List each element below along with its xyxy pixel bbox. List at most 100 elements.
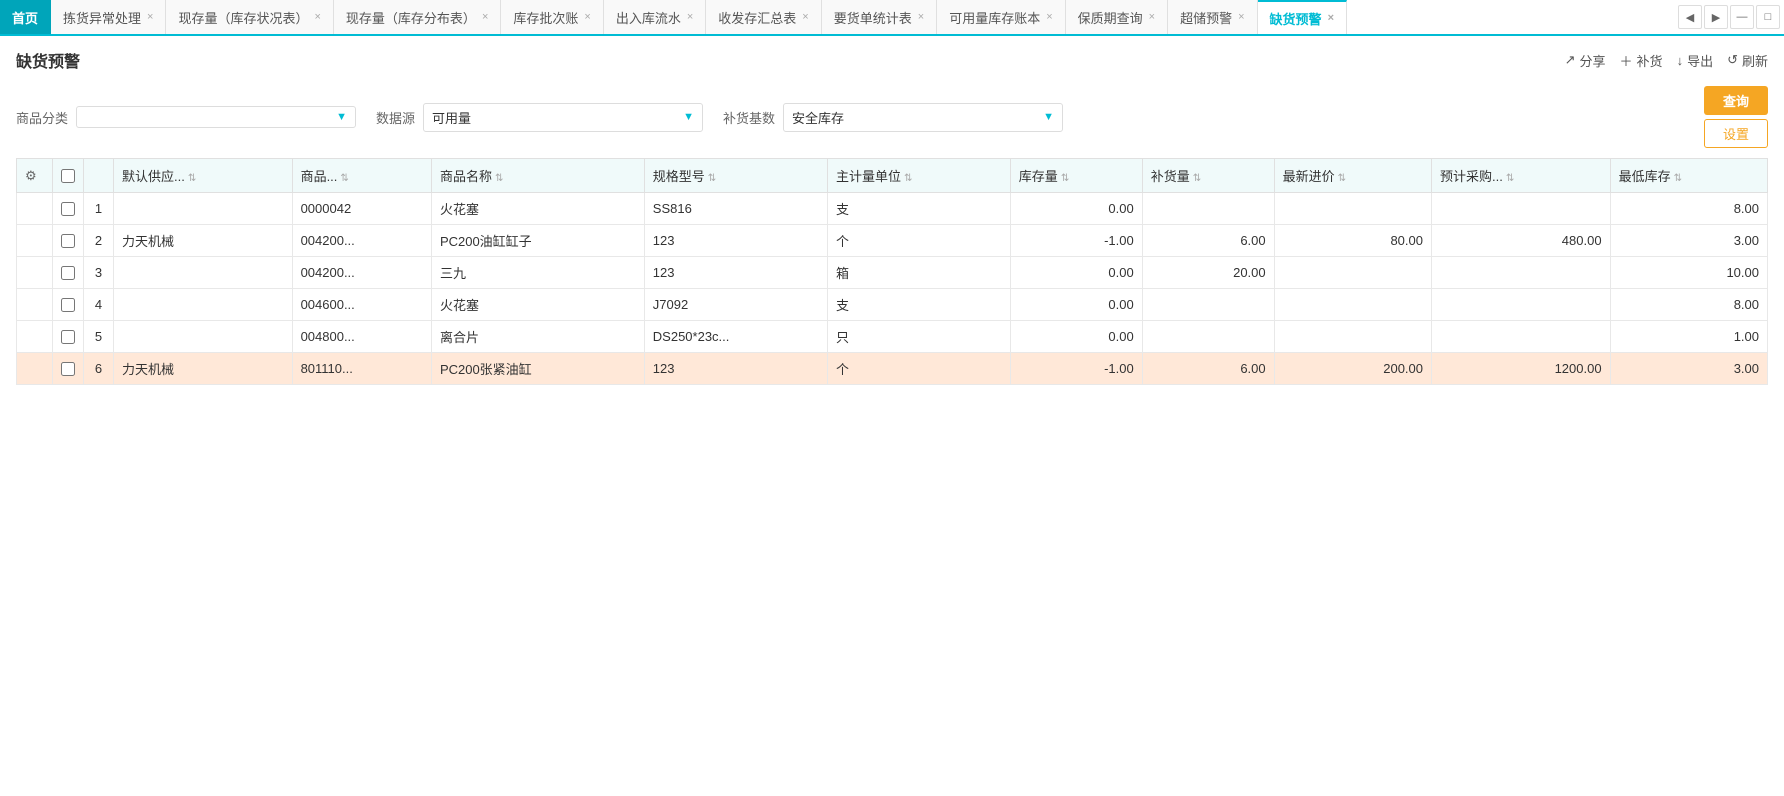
share-button[interactable]: ↗ 分享 [1565,51,1606,70]
replenish-button[interactable]: ＋ 补货 [1620,51,1663,70]
cell-latest_price-row1: 80.00 [1274,225,1431,257]
tab-close-inventory-status[interactable]: × [314,11,320,23]
tab-close-recv-send-summary[interactable]: × [802,11,808,23]
sort-icon-min_stock: ⇅ [1674,173,1682,184]
col-header-min_stock[interactable]: 最低库存⇅ [1610,159,1767,193]
row-checkbox-1[interactable] [61,234,75,248]
cell-est_purchase-row0 [1432,193,1611,225]
sort-icon-unit: ⇅ [904,173,912,184]
cell-product_code-row3: 004600... [292,289,431,321]
cell-default_supplier-row1: 力天机械 [114,225,293,257]
refresh-button[interactable]: ↺ 刷新 [1727,51,1768,70]
tab-label-overstock-warning: 超储预警 [1180,8,1232,27]
cell-gear-row2 [17,257,53,289]
cell-est_purchase-row2 [1432,257,1611,289]
tab-close-pick-exception[interactable]: × [147,11,153,23]
cell-est_purchase-row3 [1432,289,1611,321]
tab-home[interactable]: 首页 [0,0,51,34]
tab-overstock-warning[interactable]: 超储预警 × [1168,0,1257,34]
tab-label-requisition-stats: 要货单统计表 [834,8,912,27]
tab-minimize[interactable]: — [1730,5,1754,29]
settings-button[interactable]: 设置 [1704,119,1768,148]
datasource-filter-group: 数据源 可用量 ▼ [376,103,703,132]
tab-close-available-ledger[interactable]: × [1046,11,1052,23]
gear-icon[interactable]: ⚙ [25,168,37,183]
tab-close-inout-flow[interactable]: × [687,11,693,23]
select-all-checkbox[interactable] [61,169,75,183]
col-header-product_code[interactable]: 商品...⇅ [292,159,431,193]
col-header-product_name[interactable]: 商品名称⇅ [431,159,644,193]
cell-gear-row5 [17,353,53,385]
tab-close-requisition-stats[interactable]: × [918,11,924,23]
cell-replenish_qty-row0 [1142,193,1274,225]
tab-label-shelf-life: 保质期查询 [1078,8,1143,27]
tab-requisition-stats[interactable]: 要货单统计表 × [822,0,937,34]
tab-close-batch-account[interactable]: × [584,11,590,23]
datasource-arrow-icon: ▼ [683,111,694,123]
tab-label-inout-flow: 出入库流水 [616,8,681,27]
cell-latest_price-row0 [1274,193,1431,225]
refresh-icon: ↺ [1727,52,1738,68]
tab-maximize[interactable]: □ [1756,5,1780,29]
category-select[interactable]: ▼ [76,106,356,128]
tab-close-shortage-warning[interactable]: × [1328,12,1334,24]
cell-unit-row4: 只 [827,321,1010,353]
tab-shortage-warning[interactable]: 缺货预警× [1258,0,1347,34]
col-header-default_supplier[interactable]: 默认供应...⇅ [114,159,293,193]
sort-icon-product_code: ⇅ [340,173,348,184]
sort-icon-replenish_qty: ⇅ [1193,173,1201,184]
col-header-unit[interactable]: 主计量单位⇅ [827,159,1010,193]
tab-label-pick-exception: 拣货异常处理 [63,8,141,27]
tab-pick-exception[interactable]: 拣货异常处理 × [51,0,166,34]
col-header-est_purchase[interactable]: 预计采购...⇅ [1432,159,1611,193]
tab-inventory-dist[interactable]: 现存量（库存分布表）× [334,0,501,34]
sort-icon-default_supplier: ⇅ [188,173,196,184]
col-header-replenish_qty[interactable]: 补货量⇅ [1142,159,1274,193]
row-checkbox-4[interactable] [61,330,75,344]
cell-gear-row0 [17,193,53,225]
cell-product_name-row5: PC200张紧油缸 [431,353,644,385]
cell-check-row2 [53,257,84,289]
cell-product_code-row1: 004200... [292,225,431,257]
tab-batch-account[interactable]: 库存批次账× [501,0,603,34]
tab-label-available-ledger: 可用量库存账本 [949,8,1040,27]
cell-spec-row3: J7092 [644,289,827,321]
tab-scroll-left[interactable]: ◀ [1678,5,1702,29]
cell-unit-row2: 箱 [827,257,1010,289]
cell-product_code-row5: 801110... [292,353,431,385]
col-header-latest_price[interactable]: 最新进价⇅ [1274,159,1431,193]
col-header-spec[interactable]: 规格型号⇅ [644,159,827,193]
table-row: 4004600...火花塞J7092支0.008.00 [17,289,1768,321]
tab-available-ledger[interactable]: 可用量库存账本 × [937,0,1065,34]
replenish-base-select[interactable]: 安全库存 ▼ [783,103,1063,132]
col-header-stock[interactable]: 库存量⇅ [1010,159,1142,193]
row-checkbox-0[interactable] [61,202,75,216]
tab-close-overstock-warning[interactable]: × [1238,11,1244,23]
row-checkbox-3[interactable] [61,298,75,312]
cell-unit-row5: 个 [827,353,1010,385]
header-actions: ↗ 分享 ＋ 补货 ↓ 导出 ↺ 刷新 [1565,51,1768,70]
tab-scroll-right[interactable]: ▶ [1704,5,1728,29]
tab-inout-flow[interactable]: 出入库流水 × [604,0,706,34]
tab-inventory-status[interactable]: 现存量（库存状况表）× [166,0,333,34]
row-checkbox-2[interactable] [61,266,75,280]
page-content: 缺货预警 ↗ 分享 ＋ 补货 ↓ 导出 ↺ 刷新 商品分类 [0,36,1784,796]
tab-close-shelf-life[interactable]: × [1149,11,1155,23]
row-checkbox-5[interactable] [61,362,75,376]
cell-latest_price-row4 [1274,321,1431,353]
page-header: 缺货预警 ↗ 分享 ＋ 补货 ↓ 导出 ↺ 刷新 [16,48,1768,72]
tab-recv-send-summary[interactable]: 收发存汇总表× [706,0,821,34]
tab-close-inventory-dist[interactable]: × [482,11,488,23]
datasource-select[interactable]: 可用量 ▼ [423,103,703,132]
cell-est_purchase-row1: 480.00 [1432,225,1611,257]
export-button[interactable]: ↓ 导出 [1677,51,1714,70]
table-row: 3004200...三九123箱0.0020.0010.00 [17,257,1768,289]
col-header-check [53,159,84,193]
cell-check-row5 [53,353,84,385]
cell-row_num-row0: 1 [84,193,114,225]
tab-shelf-life[interactable]: 保质期查询 × [1066,0,1168,34]
query-button[interactable]: 查询 [1704,86,1768,115]
cell-default_supplier-row4 [114,321,293,353]
sort-icon-product_name: ⇅ [495,173,503,184]
cell-stock-row3: 0.00 [1010,289,1142,321]
